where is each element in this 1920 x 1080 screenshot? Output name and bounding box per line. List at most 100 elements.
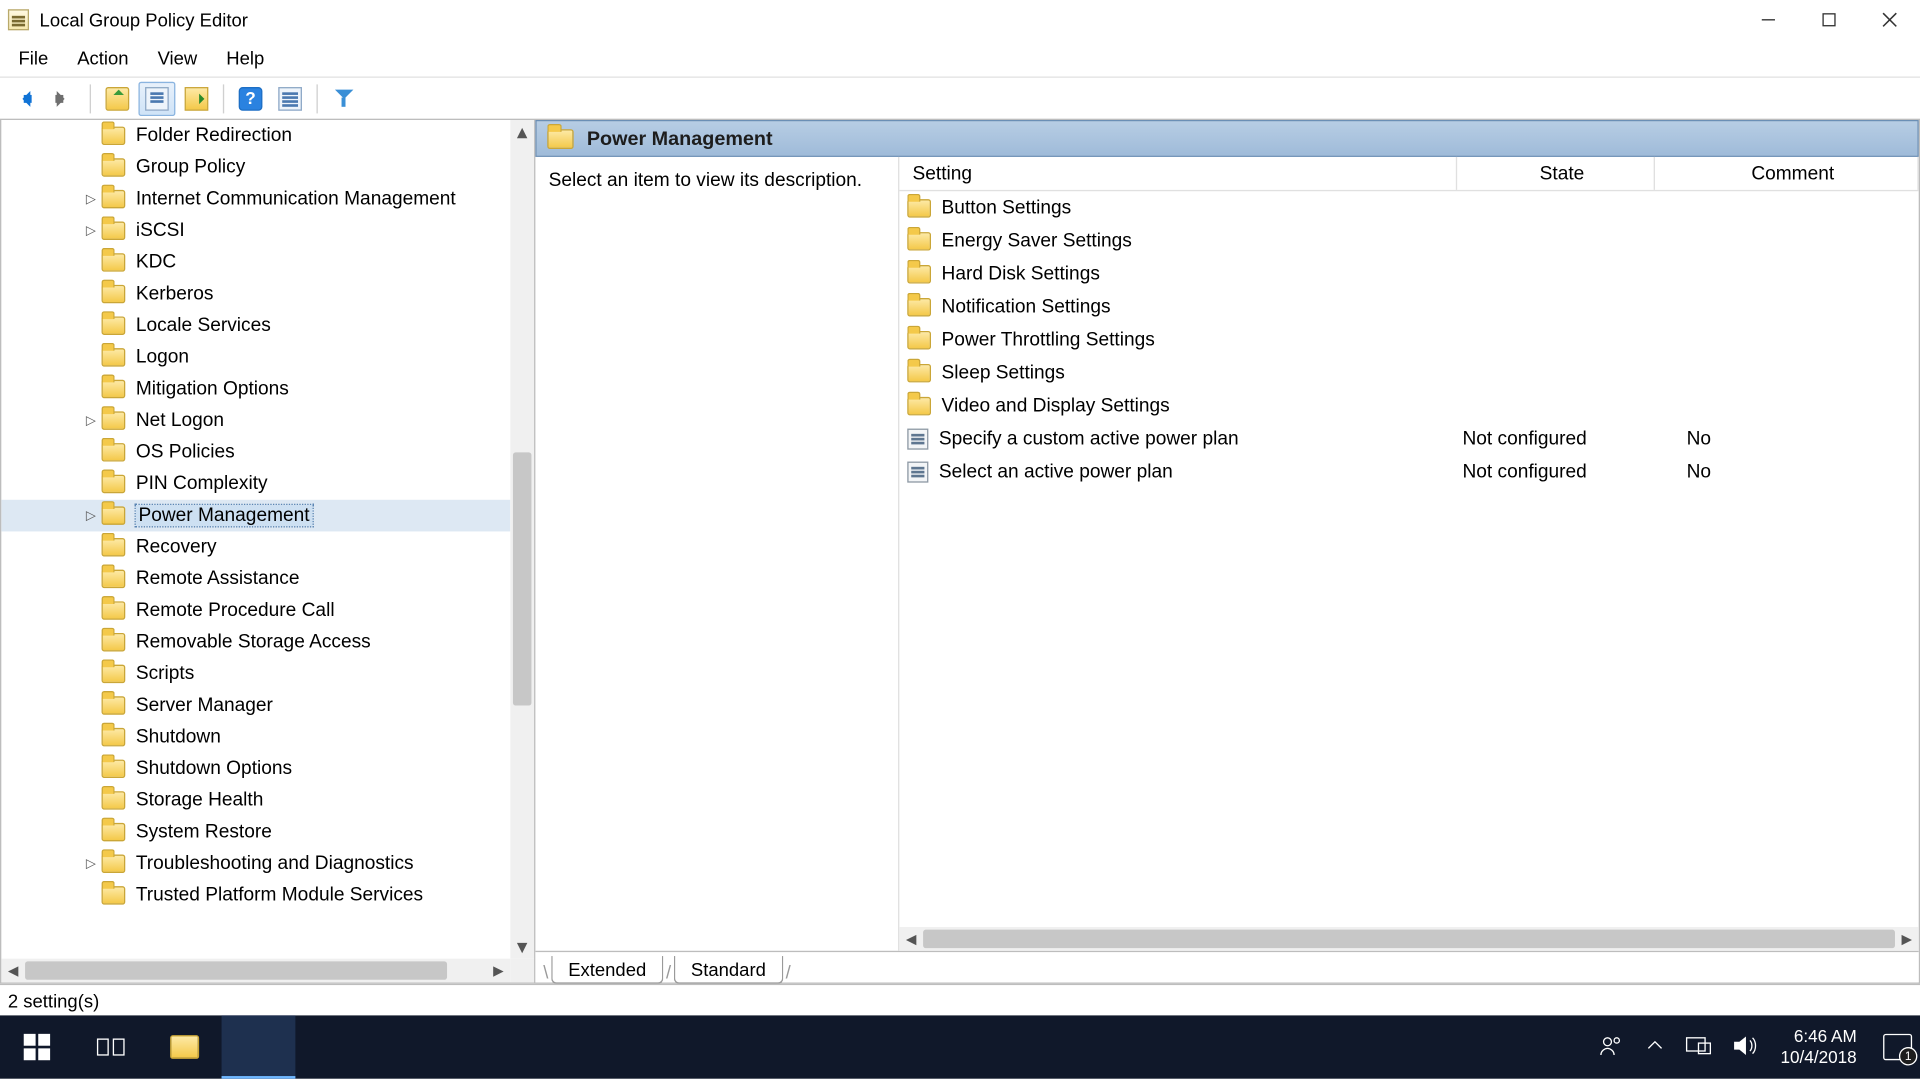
taskbar-file-explorer-button[interactable] [148, 1015, 222, 1078]
policy-icon [907, 461, 928, 482]
tree-item[interactable]: ▷Net Logon [1, 405, 510, 437]
scroll-left-arrow-icon[interactable]: ◂ [1, 959, 25, 983]
tab-extended[interactable]: Extended [551, 956, 663, 984]
settings-horizontal-scrollbar[interactable]: ◂ ▸ [899, 927, 1918, 951]
menu-help[interactable]: Help [213, 44, 277, 73]
menu-action[interactable]: Action [64, 44, 142, 73]
folder-icon [102, 538, 126, 556]
tree-item[interactable]: OS Policies [1, 436, 510, 468]
tray-volume-icon[interactable] [1733, 1033, 1759, 1061]
tree-item[interactable]: Trusted Platform Module Services [1, 880, 510, 912]
toolbar-help-button[interactable]: ? [232, 81, 269, 115]
toolbar-export-button[interactable] [178, 81, 215, 115]
tree-pane: Folder RedirectionGroup Policy▷Internet … [0, 120, 535, 984]
setting-name: Power Throttling Settings [942, 329, 1155, 350]
settings-subfolder-row[interactable]: Hard Disk Settings [899, 257, 1918, 290]
expander-icon[interactable]: ▷ [80, 856, 101, 871]
toolbar-filter-button[interactable] [326, 81, 363, 115]
taskbar-taskview-button[interactable] [74, 1015, 148, 1078]
tree-item[interactable]: PIN Complexity [1, 468, 510, 500]
tree-item[interactable]: Group Policy [1, 152, 510, 184]
folder-icon [102, 253, 126, 271]
tree-vertical-scrollbar[interactable]: ▴ ▾ [510, 120, 534, 959]
close-button[interactable] [1859, 0, 1920, 40]
settings-subfolder-row[interactable]: Video and Display Settings [899, 389, 1918, 422]
tree-item[interactable]: Server Manager [1, 690, 510, 722]
toolbar-properties-button[interactable] [138, 81, 175, 115]
tree-item[interactable]: Mitigation Options [1, 373, 510, 405]
scroll-thumb[interactable] [513, 452, 531, 705]
tree-item[interactable]: ▷Power Management [1, 500, 510, 532]
menu-view[interactable]: View [144, 44, 210, 73]
settings-policy-row[interactable]: Select an active power planNot configure… [899, 455, 1918, 488]
expander-icon[interactable]: ▷ [80, 224, 101, 239]
settings-subfolder-row[interactable]: Energy Saver Settings [899, 224, 1918, 257]
tree-list[interactable]: Folder RedirectionGroup Policy▷Internet … [1, 120, 510, 959]
settings-subfolder-row[interactable]: Power Throttling Settings [899, 323, 1918, 356]
tree-item[interactable]: System Restore [1, 816, 510, 848]
scroll-right-arrow-icon[interactable]: ▸ [487, 959, 511, 983]
expander-icon[interactable]: ▷ [80, 413, 101, 428]
tree-item[interactable]: Scripts [1, 658, 510, 690]
window-controls [1738, 0, 1920, 40]
scroll-down-arrow-icon[interactable]: ▾ [510, 935, 534, 959]
tree-horizontal-scrollbar[interactable]: ◂ ▸ [1, 959, 510, 983]
column-header-setting[interactable]: Setting [899, 157, 1457, 190]
toolbar-back-button[interactable] [5, 81, 42, 115]
settings-subfolder-row[interactable]: Button Settings [899, 191, 1918, 224]
scroll-left-arrow-icon[interactable]: ◂ [899, 927, 923, 951]
taskbar-date: 10/4/2018 [1780, 1047, 1856, 1068]
taskbar-notifications-button[interactable]: 1 [1883, 1034, 1912, 1060]
tree-item[interactable]: Recovery [1, 531, 510, 563]
tree-item[interactable]: Shutdown [1, 721, 510, 753]
folder-icon [547, 129, 573, 149]
tree-item[interactable]: Kerberos [1, 278, 510, 310]
folder-icon [102, 728, 126, 746]
column-header-comment[interactable]: Comment [1655, 157, 1919, 190]
tab-slash: / [783, 961, 793, 982]
tree-item[interactable]: Remote Procedure Call [1, 595, 510, 627]
tree-item[interactable]: Logon [1, 342, 510, 374]
status-text: 2 setting(s) [8, 990, 99, 1011]
expander-icon[interactable]: ▷ [80, 192, 101, 207]
tray-chevron-up-icon[interactable] [1646, 1036, 1664, 1058]
window-title: Local Group Policy Editor [40, 9, 248, 30]
maximize-button[interactable] [1799, 0, 1860, 40]
tree-item[interactable]: Remote Assistance [1, 563, 510, 595]
setting-state: Not configured [1457, 428, 1655, 449]
taskbar-gpedit-button[interactable] [222, 1015, 296, 1078]
tab-standard[interactable]: Standard [674, 956, 783, 984]
settings-subfolder-row[interactable]: Sleep Settings [899, 356, 1918, 389]
minimize-button[interactable] [1738, 0, 1799, 40]
tree-item[interactable]: ▷Internet Communication Management [1, 183, 510, 215]
tree-item[interactable]: Removable Storage Access [1, 626, 510, 658]
toolbar-forward-button[interactable] [45, 81, 82, 115]
scroll-right-arrow-icon[interactable]: ▸ [1895, 927, 1919, 951]
tree-item[interactable]: ▷Troubleshooting and Diagnostics [1, 848, 510, 880]
settings-subfolder-row[interactable]: Notification Settings [899, 290, 1918, 323]
tree-item[interactable]: ▷iSCSI [1, 215, 510, 247]
workspace: Folder RedirectionGroup Policy▷Internet … [0, 119, 1920, 984]
expander-icon[interactable]: ▷ [80, 508, 101, 523]
menu-file[interactable]: File [5, 44, 61, 73]
tree-item[interactable]: KDC [1, 247, 510, 279]
scroll-thumb[interactable] [923, 930, 1895, 948]
description-text: Select an item to view its description. [549, 170, 863, 191]
scroll-up-arrow-icon[interactable]: ▴ [510, 120, 534, 144]
tree-item[interactable]: Folder Redirection [1, 120, 510, 152]
tray-network-icon[interactable] [1686, 1035, 1712, 1060]
scroll-thumb[interactable] [25, 961, 447, 979]
settings-list-rows[interactable]: Button SettingsEnergy Saver SettingsHard… [899, 191, 1918, 927]
toolbar-sheet-button[interactable] [272, 81, 309, 115]
settings-policy-row[interactable]: Specify a custom active power planNot co… [899, 422, 1918, 455]
column-header-state[interactable]: State [1457, 157, 1655, 190]
taskbar-start-button[interactable] [0, 1015, 74, 1078]
tray-people-icon[interactable] [1598, 1032, 1624, 1062]
tree-item[interactable]: Locale Services [1, 310, 510, 342]
tree-item[interactable]: Shutdown Options [1, 753, 510, 785]
setting-name: Notification Settings [942, 296, 1111, 317]
policy-icon [907, 428, 928, 449]
toolbar-up-button[interactable] [99, 81, 136, 115]
tree-item[interactable]: Storage Health [1, 785, 510, 817]
taskbar-clock[interactable]: 6:46 AM 10/4/2018 [1780, 1026, 1856, 1067]
